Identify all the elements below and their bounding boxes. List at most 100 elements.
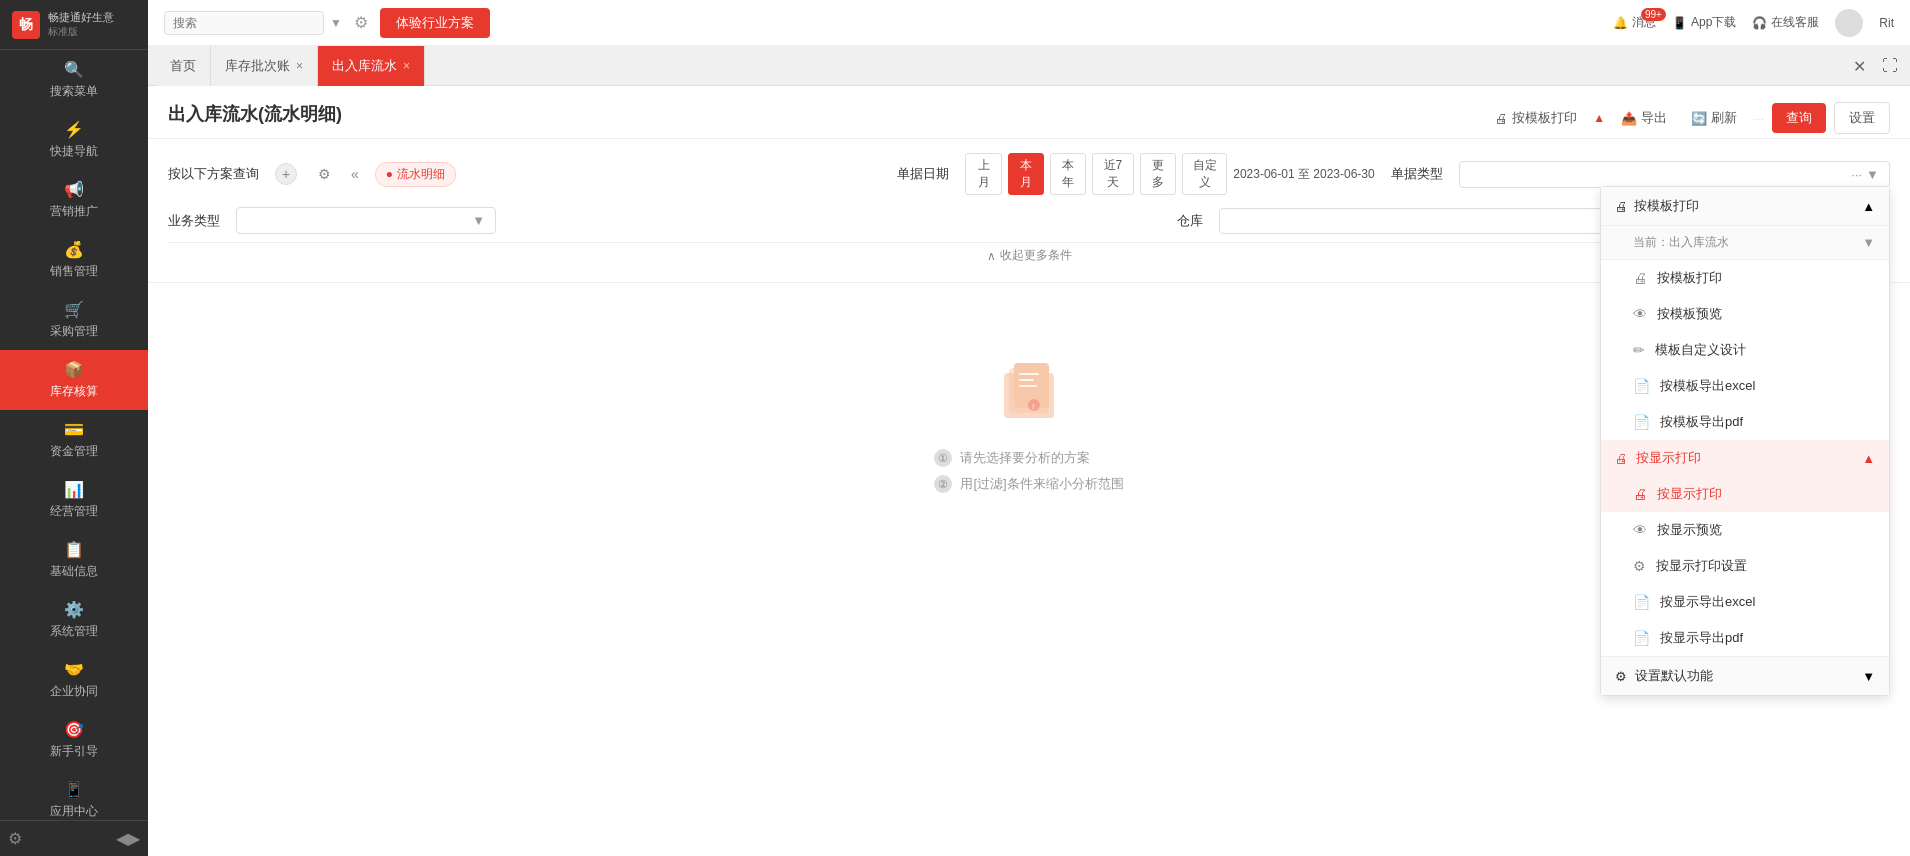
display-excel-icon: 📄 (1633, 594, 1650, 610)
sidebar-bottom: ⚙ ◀▶ (0, 820, 148, 856)
page-header: 出入库流水(流水明细) 🖨 按模板打印 ▲ 📤 导出 🔄 刷新 ··· 查询 设… (148, 86, 1910, 139)
main-content: ▼ ⚙ 体验行业方案 🔔 消息 99+ 📱 App下载 🎧 在线客服 Rit (148, 0, 1910, 856)
sidebar-item-marketing[interactable]: 📢 营销推广 (0, 170, 148, 230)
dropdown-item-display-pdf[interactable]: 📄 按显示导出pdf (1601, 620, 1889, 656)
refresh-button[interactable]: 🔄 刷新 (1683, 105, 1745, 131)
topbar: ▼ ⚙ 体验行业方案 🔔 消息 99+ 📱 App下载 🎧 在线客服 Rit (148, 0, 1910, 46)
section-collapse-icon[interactable]: ▲ (1862, 451, 1875, 466)
template-preview-icon: 👁 (1633, 306, 1647, 322)
dropdown-item-template-excel[interactable]: 📄 按模板导出excel (1601, 368, 1889, 404)
dropdown-section-display[interactable]: 🖨 按显示打印 ▲ (1601, 440, 1889, 476)
display-settings-icon: ⚙ (1633, 558, 1646, 574)
type-select[interactable]: ··· ▼ (1459, 161, 1890, 188)
biz-type-arrow: ▼ (472, 213, 485, 228)
date-btn-custom[interactable]: 自定义 (1182, 153, 1227, 195)
date-btn-more[interactable]: 更多 (1140, 153, 1176, 195)
tabbar-maximize-button[interactable]: ⛶ (1878, 52, 1902, 79)
dropdown-footer[interactable]: ⚙ 设置默认功能 ▼ (1601, 656, 1889, 695)
sidebar-settings-icon[interactable]: ⚙ (8, 829, 22, 848)
dropdown-item-template-print[interactable]: 🖨 按模板打印 (1601, 260, 1889, 296)
print-dropdown-chevron[interactable]: ▲ (1593, 111, 1605, 125)
type-label: 单据类型 (1391, 165, 1443, 183)
dropdown-item-display-settings[interactable]: ⚙ 按显示打印设置 (1601, 548, 1889, 584)
dropdown-item-template-preview[interactable]: 👁 按模板预览 (1601, 296, 1889, 332)
dropdown-up-chevron[interactable]: ▲ (1862, 199, 1875, 214)
date-btn-this-year[interactable]: 本年 (1050, 153, 1086, 195)
topbar-search-chevron[interactable]: ▼ (330, 16, 342, 30)
biz-type-select[interactable]: ▼ (236, 207, 496, 234)
topbar-app-download[interactable]: 📱 App下载 (1672, 14, 1736, 31)
sidebar-item-search[interactable]: 🔍 搜索菜单 (0, 50, 148, 110)
settings-button[interactable]: 设置 (1834, 102, 1890, 134)
empty-step-1: ① 请先选择要分析的方案 (934, 449, 1123, 467)
date-btn-this-month[interactable]: 本月 (1008, 153, 1044, 195)
topbar-industry-button[interactable]: 体验行业方案 (380, 8, 490, 38)
purchase-icon: 🛒 (64, 300, 84, 319)
dropdown-item-display-preview[interactable]: 👁 按显示预览 (1601, 512, 1889, 548)
sidebar-item-finance[interactable]: 💳 资金管理 (0, 410, 148, 470)
warehouse-label: 仓库 (1177, 212, 1203, 230)
user-avatar[interactable] (1835, 9, 1863, 37)
topbar-search-input[interactable] (164, 11, 324, 35)
search-icon: 🔍 (64, 60, 84, 79)
dropdown-item-template-custom[interactable]: ✏ 模板自定义设计 (1601, 332, 1889, 368)
print-header-icon: 🖨 (1615, 199, 1628, 214)
dropdown-item-display-excel[interactable]: 📄 按显示导出excel (1601, 584, 1889, 620)
filter-add-button[interactable]: + (275, 163, 297, 185)
date-label: 单据日期 (897, 165, 949, 183)
topbar-message[interactable]: 🔔 消息 99+ (1613, 14, 1656, 31)
active-filter-tag[interactable]: ● 流水明细 (375, 162, 456, 187)
date-btn-last-month[interactable]: 上月 (965, 153, 1001, 195)
tab-batch-close[interactable]: × (296, 59, 303, 73)
sidebar-logo: 畅 畅捷通好生意 标准版 (0, 0, 148, 50)
username-label[interactable]: Rit (1879, 16, 1894, 30)
operation-icon: 📊 (64, 480, 84, 499)
footer-label: ⚙ 设置默认功能 (1615, 667, 1713, 685)
footer-arrow[interactable]: ▼ (1862, 669, 1875, 684)
tab-flow-close[interactable]: × (403, 59, 410, 73)
type-select-arrow: ··· (1851, 167, 1862, 182)
sidebar-item-purchase[interactable]: 🛒 采购管理 (0, 290, 148, 350)
topbar-gear-icon[interactable]: ⚙ (354, 13, 368, 32)
sidebar: 畅 畅捷通好生意 标准版 🔍 搜索菜单 ⚡ 快捷导航 📢 营销推广 💰 销售管理… (0, 0, 148, 856)
export-button[interactable]: 📤 导出 (1613, 105, 1675, 131)
type-dropdown-icon: ▼ (1866, 167, 1879, 182)
sidebar-nav: 🔍 搜索菜单 ⚡ 快捷导航 📢 营销推广 💰 销售管理 🛒 采购管理 📦 库存核… (0, 50, 148, 820)
sidebar-item-sales[interactable]: 💰 销售管理 (0, 230, 148, 290)
sales-icon: 💰 (64, 240, 84, 259)
page-toolbar: 🖨 按模板打印 ▲ 📤 导出 🔄 刷新 ··· 查询 设置 (1487, 102, 1890, 134)
tab-flow[interactable]: 出入库流水 × (318, 46, 425, 86)
sidebar-item-operation[interactable]: 📊 经营管理 (0, 470, 148, 530)
system-icon: ⚙️ (64, 600, 84, 619)
footer-settings-icon: ⚙ (1615, 669, 1627, 684)
dropdown-item-display-print[interactable]: 🖨 按显示打印 (1601, 476, 1889, 512)
sidebar-item-inventory[interactable]: 📦 库存核算 (0, 350, 148, 410)
tab-home[interactable]: 首页 (156, 46, 211, 86)
query-button[interactable]: 查询 (1772, 103, 1826, 133)
display-print-icon: 🖨 (1633, 486, 1647, 502)
topbar-online-service[interactable]: 🎧 在线客服 (1752, 14, 1819, 31)
filter-gear-button[interactable]: ⚙ (313, 163, 335, 185)
filter-collapse-arrow[interactable]: « (351, 166, 359, 182)
phone-icon: 📱 (1672, 16, 1687, 30)
app-name: 畅捷通好生意 标准版 (48, 10, 114, 39)
sidebar-item-shortcut[interactable]: ⚡ 快捷导航 (0, 110, 148, 170)
sidebar-item-collab[interactable]: 🤝 企业协同 (0, 650, 148, 710)
print-button[interactable]: 🖨 按模板打印 (1487, 105, 1585, 131)
inventory-icon: 📦 (64, 360, 84, 379)
sidebar-item-basic[interactable]: 📋 基础信息 (0, 530, 148, 590)
current-arrow[interactable]: ▼ (1862, 235, 1875, 250)
message-bell-icon: 🔔 (1613, 16, 1628, 30)
tabbar-close-all-button[interactable]: ✕ (1849, 52, 1870, 79)
sidebar-item-appcenter[interactable]: 📱 应用中心 (0, 770, 148, 820)
sidebar-item-system[interactable]: ⚙️ 系统管理 (0, 590, 148, 650)
dropdown-item-template-pdf[interactable]: 📄 按模板导出pdf (1601, 404, 1889, 440)
message-badge: 99+ (1641, 8, 1666, 21)
sidebar-item-guide[interactable]: 🎯 新手引导 (0, 710, 148, 770)
dropdown-header-icons: ▲ (1862, 199, 1875, 214)
tab-batch[interactable]: 库存批次账 × (211, 46, 318, 86)
sidebar-toggle-icon[interactable]: ◀▶ (116, 829, 140, 848)
shortcut-icon: ⚡ (64, 120, 84, 139)
topbar-right: 🔔 消息 99+ 📱 App下载 🎧 在线客服 Rit (1613, 9, 1894, 37)
date-btn-7days[interactable]: 近7天 (1092, 153, 1133, 195)
